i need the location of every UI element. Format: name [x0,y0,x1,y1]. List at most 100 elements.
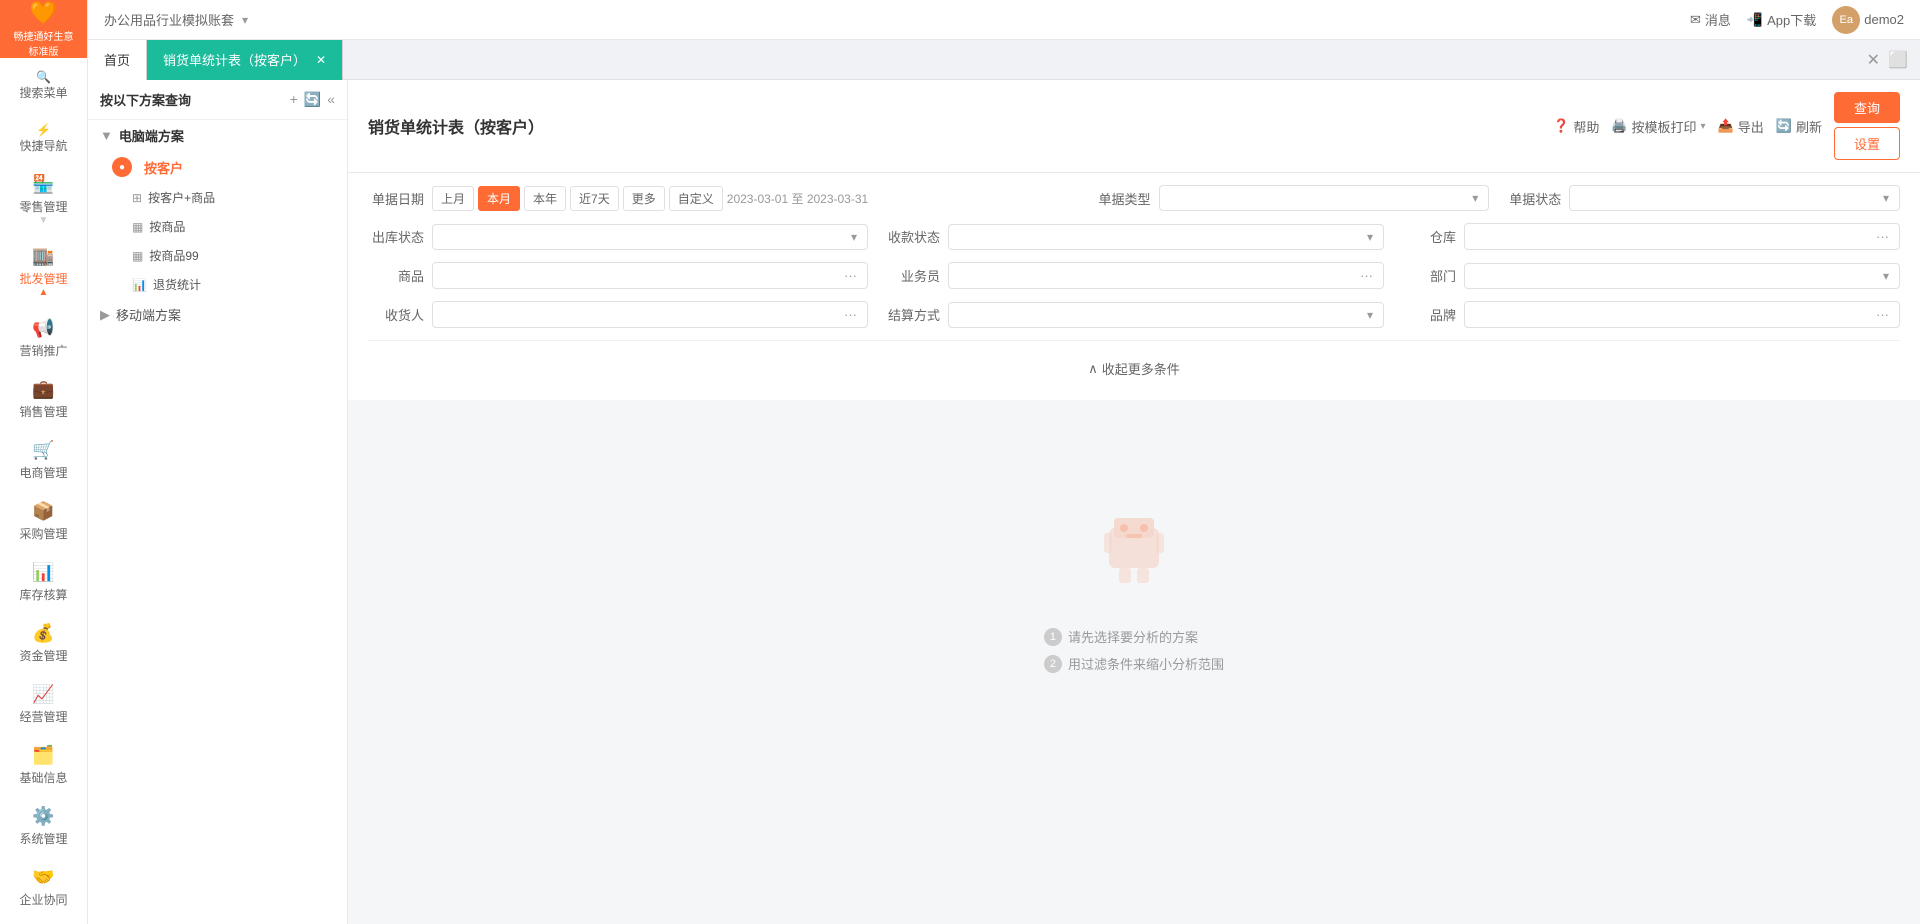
tab-maximize-icon[interactable]: ⬜ [1888,50,1908,70]
export-label: 导出 [1738,117,1764,136]
sidebar-item-newbie[interactable]: 🌟 新手引导 [0,918,87,924]
tip-num-2: 2 [1044,655,1062,673]
doc-type-filter: 单据类型 ▾ [1095,185,1490,211]
settlement-filter: 结算方式 ▾ [884,302,1384,328]
sidebar-item-cooperation[interactable]: 🤝 企业协同 [0,857,87,918]
doc-status-select[interactable]: ▾ [1569,185,1900,211]
doc-status-chevron: ▾ [1883,191,1889,205]
scheme-by-product[interactable]: ▦ 按商品 [88,212,347,241]
marketing-icon: 📢 [32,318,54,339]
by-customer-label: 按客户 [144,158,183,177]
topbar: 办公用品行业模拟账套 ▾ ✉ 消息 📲 App下载 Ea demo2 [88,0,1920,40]
help-btn[interactable]: ❓ 帮助 [1553,117,1599,136]
quick-nav[interactable]: ⚡ 快捷导航 [19,113,67,164]
last-month-btn[interactable]: 上月 [432,186,474,211]
refresh-btn[interactable]: 🔄 刷新 [1776,117,1822,136]
template-print-btn[interactable]: 🖨️ 按模板打印 ▾ [1611,117,1705,136]
sidebar-item-marketing[interactable]: 📢 营销推广 [0,308,87,369]
salesperson-input[interactable]: ··· [948,262,1384,289]
search-menu[interactable]: 🔍 搜索菜单 [19,58,67,113]
receive-status-label: 收款状态 [884,227,940,246]
more-btn[interactable]: 更多 [623,186,665,211]
sidebar-item-operations[interactable]: 📈 经营管理 [0,674,87,735]
sidebar-item-basics[interactable]: 🗂️ 基础信息 [0,735,87,796]
collapse-panel-btn[interactable]: « [327,91,335,108]
tab-close-btn[interactable]: ✕ [316,53,326,67]
tab-minimize-icon[interactable]: ✕ [1867,50,1880,70]
empty-state: 1 请先选择要分析的方案 2 用过滤条件来缩小分析范围 [348,408,1920,761]
settlement-label: 结算方式 [884,305,940,324]
empty-svg [1084,488,1184,588]
purchase-label: 采购管理 [19,525,67,542]
app-download-btn[interactable]: 📲 App下载 [1747,10,1816,29]
tip-2-text: 用过滤条件来缩小分析范围 [1068,654,1224,673]
return-stats-label: 退货统计 [153,276,201,293]
tab-home[interactable]: 首页 [88,40,147,80]
search-menu-label: 搜索菜单 [19,84,67,101]
cooperation-label: 企业协同 [19,891,67,908]
scheme-by-product99[interactable]: ▦ 按商品99 [88,241,347,270]
pc-section-header[interactable]: ▼ 电脑端方案 [88,120,347,151]
topbar-left: 办公用品行业模拟账套 ▾ [104,10,248,29]
refresh-scheme-btn[interactable]: 🔄 [304,91,321,108]
settlement-select[interactable]: ▾ [948,302,1384,328]
query-button[interactable]: 查询 [1834,92,1900,123]
cooperation-icon: 🤝 [32,867,54,888]
retail-label: 零售管理 [19,198,67,215]
scheme-by-customer-product[interactable]: ⊞ 按客户+商品 [88,183,347,212]
mobile-section-header[interactable]: ▶ 移动端方案 [88,299,347,330]
this-month-btn[interactable]: 本月 [478,186,520,211]
basics-icon: 🗂️ [32,745,54,766]
topbar-right: ✉ 消息 📲 App下载 Ea demo2 [1690,6,1904,34]
pc-section-label: 电脑端方案 [119,126,184,145]
warehouse-dots: ··· [1876,229,1889,244]
department-select[interactable]: ▾ [1464,263,1900,289]
sidebar-item-system[interactable]: ⚙️ 系统管理 [0,796,87,857]
receiver-label: 收货人 [368,305,424,324]
export-btn[interactable]: 📤 导出 [1718,117,1764,136]
message-icon: ✉ [1690,12,1701,28]
sidebar-item-purchase[interactable]: 📦 采购管理 [0,491,87,552]
date-label: 单据日期 [368,189,424,208]
doc-status-filter: 单据状态 ▾ [1505,185,1900,211]
by-customer-product-label: 按客户+商品 [148,189,215,206]
system-icon: ⚙️ [32,806,54,827]
sales-stats-tab-label: 销货单统计表（按客户） [163,50,306,69]
home-tab-label: 首页 [104,50,130,69]
message-btn[interactable]: ✉ 消息 [1690,10,1731,29]
this-year-btn[interactable]: 本年 [524,186,566,211]
sidebar-item-sales[interactable]: 💼 销售管理 [0,369,87,430]
sidebar-item-retail[interactable]: 🏪 零售管理 ▼ [0,164,87,236]
last7-btn[interactable]: 近7天 [570,186,619,211]
basics-label: 基础信息 [19,769,67,786]
topbar-dropdown-arrow[interactable]: ▾ [242,13,248,27]
sidebar-item-wholesale[interactable]: 🏬 批发管理 ▲ [0,236,87,308]
brand-input[interactable]: ··· [1464,301,1900,328]
receive-status-select[interactable]: ▾ [948,224,1384,250]
ecommerce-icon: 🛒 [32,440,54,461]
scheme-by-customer[interactable]: ● 按客户 [88,151,347,183]
custom-btn[interactable]: 自定义 [669,186,723,211]
sidebar-item-finance[interactable]: 💰 资金管理 [0,613,87,674]
scheme-return-stats[interactable]: 📊 退货统计 [88,270,347,299]
active-scheme-indicator: ● [112,157,132,177]
tip-num-1: 1 [1044,628,1062,646]
add-scheme-btn[interactable]: + [290,91,298,108]
logo-icon: 🧡 [30,0,57,26]
sidebar-item-ecommerce[interactable]: 🛒 电商管理 [0,430,87,491]
out-status-select[interactable]: ▾ [432,224,868,250]
filter-row-4: 收货人 ··· 结算方式 ▾ 品牌 [368,301,1900,328]
product-input[interactable]: ··· [432,262,868,289]
tab-sales-stats[interactable]: 销货单统计表（按客户） ✕ [147,40,343,80]
receiver-input[interactable]: ··· [432,301,868,328]
settings-button[interactable]: 设置 [1834,127,1900,160]
collapse-filters-btn[interactable]: ∧ 收起更多条件 [1072,353,1196,384]
user-menu[interactable]: Ea demo2 [1832,6,1904,34]
sidebar-item-inventory[interactable]: 📊 库存核算 [0,552,87,613]
app-download-label: App下载 [1767,10,1816,29]
product-label: 商品 [368,266,424,285]
warehouse-input[interactable]: ··· [1464,223,1900,250]
mobile-section-arrow: ▶ [100,307,110,323]
doc-type-select[interactable]: ▾ [1159,185,1490,211]
mobile-section-label: 移动端方案 [116,305,181,324]
